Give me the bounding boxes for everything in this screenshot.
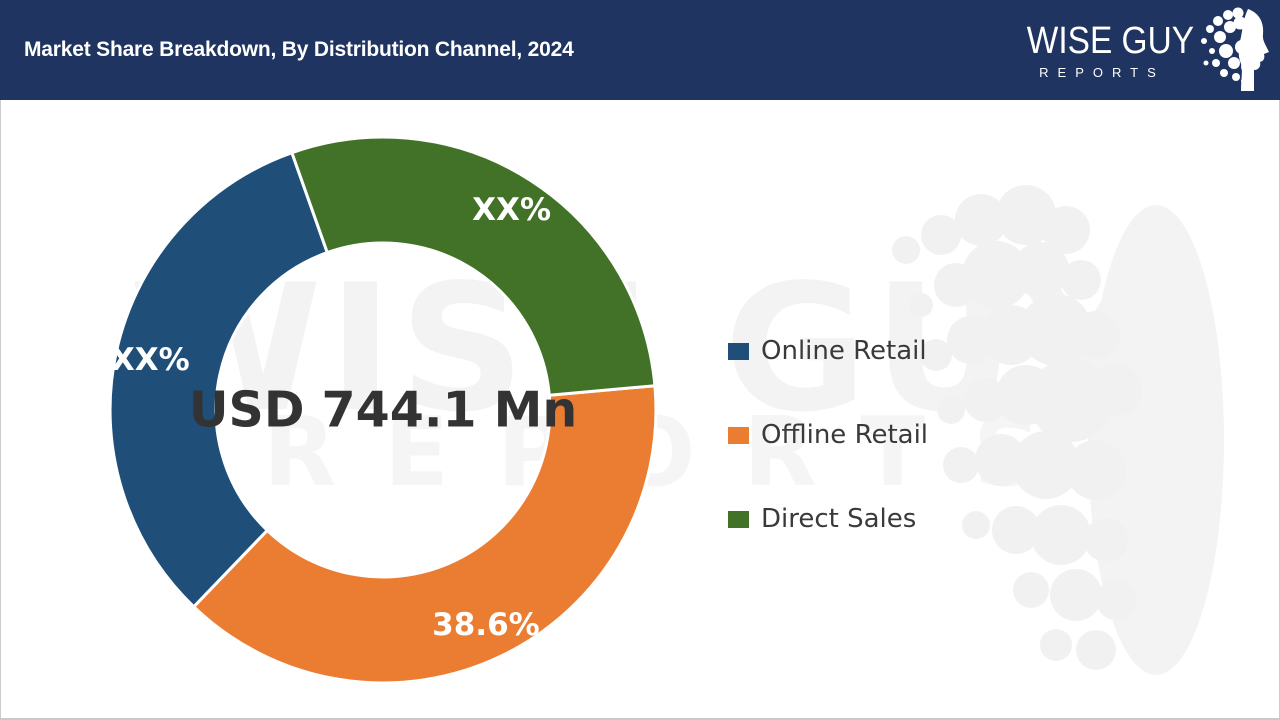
brand-name: WISE GUY — [1026, 20, 1194, 62]
page-title: Market Share Breakdown, By Distribution … — [24, 38, 574, 61]
slice-label: XX% — [472, 191, 552, 228]
brand-logo: WISE GUY REPORTS — [1004, 7, 1280, 93]
legend: Online Retail Offline Retail Direct Sale… — [728, 336, 928, 534]
legend-label: Offline Retail — [761, 420, 929, 450]
slice-label: XX% — [110, 341, 190, 378]
legend-item-direct-sales: Direct Sales — [728, 504, 928, 534]
donut-center-value: USD 744.1 Mn — [188, 381, 578, 439]
legend-swatch — [728, 510, 749, 528]
header-bar: Market Share Breakdown, By Distribution … — [0, 0, 1280, 100]
donut-slice-2 — [290, 135, 657, 397]
donut-slice-0 — [108, 151, 329, 609]
slice-label: 38.6% — [432, 606, 540, 643]
legend-item-offline-retail: Offline Retail — [728, 420, 928, 450]
chart-area: WISE GUY REPORTS XX% 38.6% XX% USD 744.1… — [0, 100, 1280, 720]
legend-item-online-retail: Online Retail — [728, 336, 928, 366]
legend-swatch — [728, 342, 749, 360]
brand-head-dots-icon — [1201, 7, 1269, 91]
legend-swatch — [728, 426, 749, 444]
brand-subtitle: REPORTS — [1039, 65, 1165, 80]
brand-logo-text: WISE GUY REPORTS — [1004, 20, 1194, 80]
legend-label: Direct Sales — [761, 504, 917, 534]
legend-label: Online Retail — [761, 336, 927, 366]
